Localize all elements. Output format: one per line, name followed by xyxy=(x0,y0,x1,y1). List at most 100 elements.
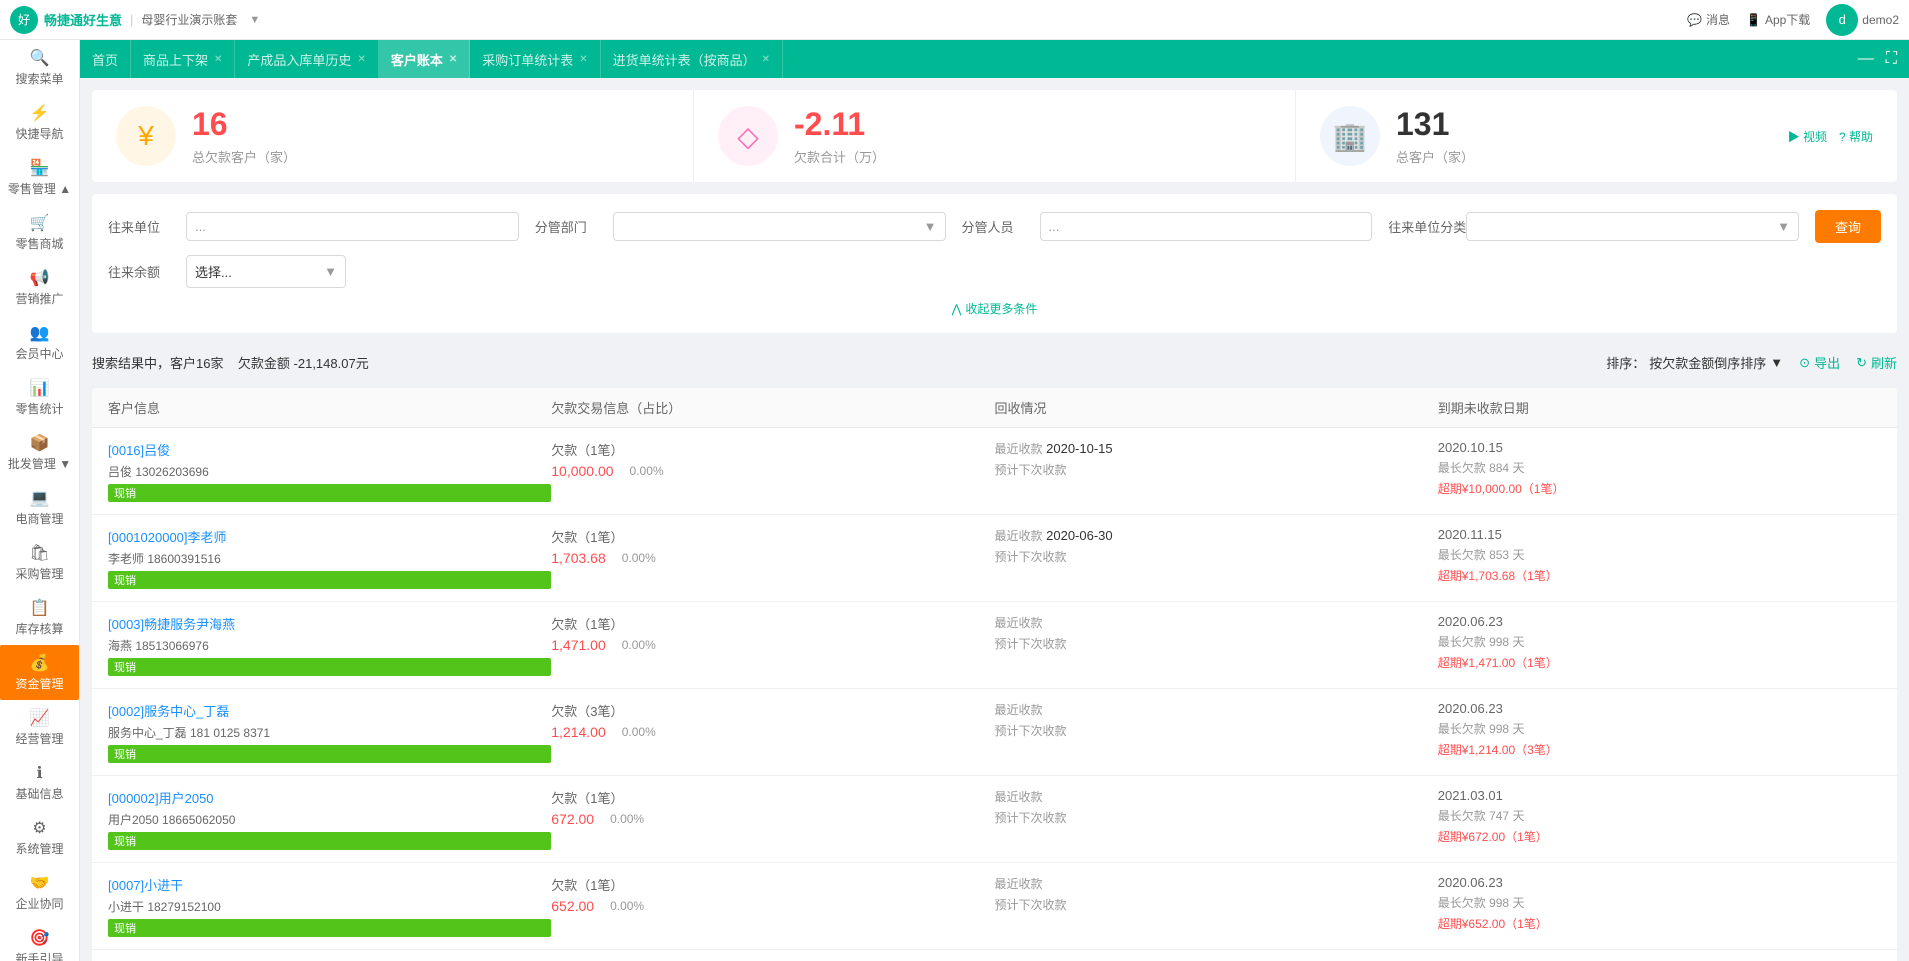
filter-dept-select[interactable]: ▼ xyxy=(613,212,946,241)
page-content: ¥ 16 总欠款客户（家） ◇ -2.11 欠款合计（万） xyxy=(80,78,1909,961)
tab-purchase-order-summary[interactable]: 采购订单统计表 ✕ xyxy=(470,40,600,78)
customer-name-0001[interactable]: [0001020000]李老师 xyxy=(108,527,551,546)
stat-label-debt-customers: 总欠款客户（家） xyxy=(192,147,296,166)
stat-content-debt-amount: -2.11 欠款合计（万） xyxy=(794,106,885,166)
collapse-button[interactable]: ⋀ 收起更多条件 xyxy=(952,300,1038,317)
recovery-info-0002: 最近收款 预计下次收款 xyxy=(995,701,1438,763)
tab-close-purchase-order-summary[interactable]: ✕ xyxy=(579,54,587,65)
sidebar-item-search-menu[interactable]: 🔍 搜索菜单 xyxy=(0,40,79,95)
header-customer-info: 客户信息 xyxy=(108,398,551,417)
tab-stock-summary[interactable]: 进货单统计表（按商品） ✕ xyxy=(601,40,783,78)
purchase-mgmt-icon: 🛍 xyxy=(29,543,49,563)
filter-remaining-select[interactable]: 选择... ▼ xyxy=(186,255,346,288)
due-info-0007: 2020.06.23 最长欠款 998 天 超期¥652.00（1笔） xyxy=(1438,875,1881,937)
search-button[interactable]: 查询 xyxy=(1815,210,1881,243)
tab-close-customer-account[interactable]: ✕ xyxy=(449,54,457,65)
tab-close-product-on-off[interactable]: ✕ xyxy=(214,54,222,65)
tab-close-production-history[interactable]: ✕ xyxy=(357,54,365,65)
sidebar-item-marketing[interactable]: 📢 营销推广 xyxy=(0,260,79,315)
recovery-label-0016: 最近收款 xyxy=(995,442,1043,456)
recovery-info-0016: 最近收款 2020-10-15 预计下次收款 xyxy=(995,440,1438,502)
tab-production-history[interactable]: 产成品入库单历史 ✕ xyxy=(235,40,378,78)
header-debt-info: 欠款交易信息（占比） xyxy=(551,398,994,417)
table-row: [0007]小进干 小进干 18279152100 现销 欠款（1笔） 652.… xyxy=(92,863,1897,950)
stat-help-links: ▶ 视频 ? 帮助 xyxy=(1788,128,1873,145)
sidebar-item-batch-mgmt[interactable]: 📦 批发管理 ▼ xyxy=(0,425,79,480)
debt-amount-0001: 1,703.68 xyxy=(551,550,606,566)
stat-icon-debt-customers: ¥ xyxy=(116,106,176,166)
collapse-row: ⋀ 收起更多条件 xyxy=(108,300,1881,317)
refresh-button[interactable]: ↻ 刷新 xyxy=(1856,353,1897,372)
sort-select[interactable]: 排序： 按欠款金额倒序排序 ▼ xyxy=(1606,353,1783,372)
inventory-icon: 📋 xyxy=(30,598,50,618)
customer-info-0001: [0001020000]李老师 李老师 18600391516 现销 xyxy=(108,527,551,589)
customer-tag-0016: 现销 xyxy=(108,484,551,502)
filter-unit-category: 往来单位分类 ▼ xyxy=(1388,212,1799,241)
message-btn[interactable]: 💬 消息 xyxy=(1687,11,1730,28)
sidebar-item-enterprise-collab[interactable]: 🤝 企业协同 xyxy=(0,865,79,920)
sidebar-item-basic-info[interactable]: ℹ 基础信息 xyxy=(0,755,79,810)
content-area: 首页 商品上下架 ✕ 产成品入库单历史 ✕ 客户账本 ✕ 采购订单统计表 ✕ xyxy=(80,40,1909,961)
retail-mgmt-icon: 🏪 xyxy=(30,158,50,178)
customer-tag-000002: 现销 xyxy=(108,832,551,850)
sidebar-item-member-center[interactable]: 👥 会员中心 xyxy=(0,315,79,370)
search-menu-icon: 🔍 xyxy=(30,48,50,68)
table-header: 客户信息 欠款交易信息（占比） 回收情况 到期未收款日期 xyxy=(92,388,1897,428)
sidebar-item-capital-mgmt[interactable]: 💰 资金管理 xyxy=(0,645,79,700)
help-link[interactable]: ? 帮助 xyxy=(1839,128,1873,145)
sidebar: 🔍 搜索菜单 ⚡ 快捷导航 🏪 零售管理 ▲ 🛒 零售商城 📢 营销推广 👥 xyxy=(0,40,80,961)
sidebar-item-ops-mgmt[interactable]: 📈 经营管理 xyxy=(0,700,79,755)
app-download-btn[interactable]: 📱 App下载 xyxy=(1746,11,1810,28)
sidebar-item-retail-mall[interactable]: 🛒 零售商城 xyxy=(0,205,79,260)
sidebar-item-quick-nav[interactable]: ⚡ 快捷导航 xyxy=(0,95,79,150)
export-icon: ⊙ xyxy=(1799,355,1810,371)
customer-name-0007[interactable]: [0007]小进干 xyxy=(108,875,551,894)
filter-remaining: 往来余额 选择... ▼ xyxy=(108,255,1881,288)
header-recovery: 回收情况 xyxy=(995,398,1438,417)
batch-mgmt-icon: 📦 xyxy=(30,433,50,453)
filter-from-unit-input[interactable]: ... xyxy=(186,212,519,241)
logo-text: 畅捷通好生意 xyxy=(44,10,122,29)
customer-name-0003[interactable]: [0003]畅捷服务尹海燕 xyxy=(108,614,551,633)
customer-name-0016[interactable]: [0016]吕俊 xyxy=(108,440,551,459)
tab-maximize-btn[interactable]: ⛶ xyxy=(1882,48,1901,70)
tab-product-on-off[interactable]: 商品上下架 ✕ xyxy=(131,40,235,78)
customer-info-0002: [0002]服务中心_丁磊 服务中心_丁磊 181 0125 8371 现销 xyxy=(108,701,551,763)
tab-minimize-btn[interactable]: — xyxy=(1854,48,1878,70)
next-payment-0016: 预计下次收款 xyxy=(995,461,1438,478)
customer-name-000002[interactable]: [000002]用户2050 xyxy=(108,788,551,807)
debt-info-0002: 欠款（3笔） 1,214.00 0.00% xyxy=(551,701,994,763)
customer-phone-0007: 小进干 18279152100 xyxy=(108,898,551,915)
tab-close-stock-summary[interactable]: ✕ xyxy=(762,54,770,65)
overdue-days-0016: 最长欠款 884 天 xyxy=(1438,459,1881,476)
header-due-date: 到期未收款日期 xyxy=(1438,398,1881,417)
user-menu[interactable]: d demo2 xyxy=(1826,4,1899,36)
stat-content-total-customers: 131 总客户（家） xyxy=(1396,106,1772,166)
filter-person-input[interactable]: ... xyxy=(1040,212,1373,241)
remaining-dropdown-icon: ▼ xyxy=(324,264,337,279)
video-link[interactable]: ▶ 视频 xyxy=(1788,128,1827,145)
help-icon: ? xyxy=(1839,130,1846,144)
export-button[interactable]: ⊙ 导出 xyxy=(1799,353,1840,372)
overdue-amount-0016[interactable]: 超期¥10,000.00（1笔） xyxy=(1438,480,1881,497)
stat-content-debt-customers: 16 总欠款客户（家） xyxy=(192,106,296,166)
main-layout: 🔍 搜索菜单 ⚡ 快捷导航 🏪 零售管理 ▲ 🛒 零售商城 📢 营销推广 👥 xyxy=(0,40,1909,961)
filter-dept-label: 分管部门 xyxy=(535,217,605,236)
sidebar-item-inventory[interactable]: 📋 库存核算 xyxy=(0,590,79,645)
sidebar-item-system-mgmt[interactable]: ⚙ 系统管理 xyxy=(0,810,79,865)
customer-phone-0016: 吕俊 13026203696 xyxy=(108,463,551,480)
table-row: [0003]畅捷服务尹海燕 海燕 18513066976 现销 欠款（1笔） 1… xyxy=(92,602,1897,689)
sidebar-item-new-guide[interactable]: 🎯 新手引导 xyxy=(0,920,79,961)
tab-customer-account[interactable]: 客户账本 ✕ xyxy=(379,40,470,78)
sidebar-item-retail-stats[interactable]: 📊 零售统计 xyxy=(0,370,79,425)
sidebar-item-purchase-mgmt[interactable]: 🛍 采购管理 xyxy=(0,535,79,590)
customer-phone-0003: 海燕 18513066976 xyxy=(108,637,551,654)
app-container: 好 畅捷通好生意 | 母婴行业演示账套 ▼ 💬 消息 📱 App下载 d dem… xyxy=(0,0,1909,961)
filter-unit-category-select[interactable]: ▼ xyxy=(1466,212,1799,241)
customer-name-0002[interactable]: [0002]服务中心_丁磊 xyxy=(108,701,551,720)
tab-home[interactable]: 首页 xyxy=(80,40,131,78)
data-table: 客户信息 欠款交易信息（占比） 回收情况 到期未收款日期 [0016]吕俊 吕俊… xyxy=(92,388,1897,961)
sidebar-item-ecommerce[interactable]: 💻 电商管理 xyxy=(0,480,79,535)
sidebar-item-retail-mgmt[interactable]: 🏪 零售管理 ▲ xyxy=(0,150,79,205)
enterprise-collab-icon: 🤝 xyxy=(30,873,50,893)
